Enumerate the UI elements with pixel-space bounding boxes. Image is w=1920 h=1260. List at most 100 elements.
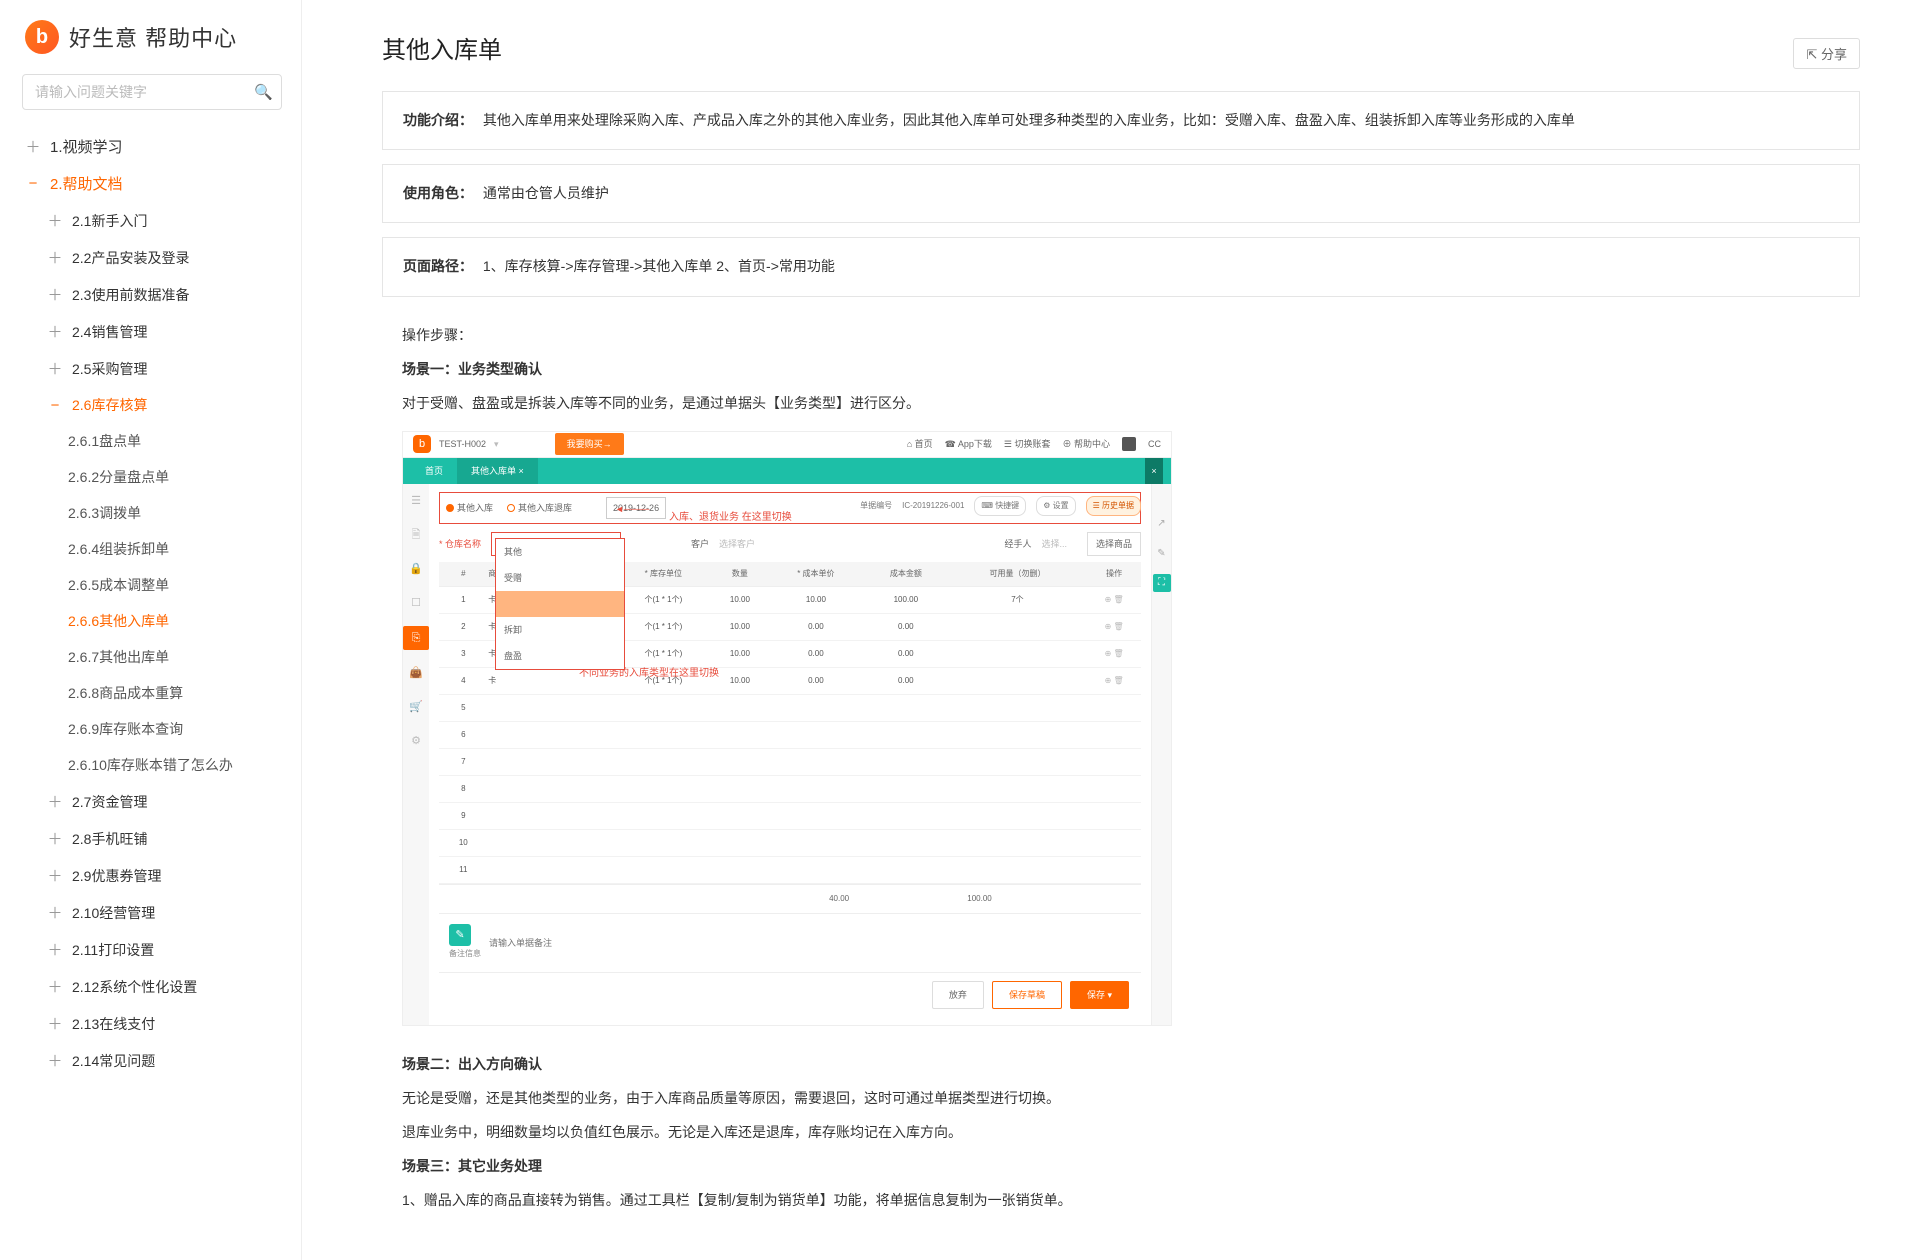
table-row[interactable]: 9: [439, 802, 1141, 829]
scene2-p2: 退库业务中，明细数量均以负值红色展示。无论是入库还是退库，库存账均记在入库方向。: [402, 1118, 1860, 1146]
sidebar-item[interactable]: ＋2.2产品安装及登录: [42, 239, 301, 276]
dropdown-option[interactable]: 受赠: [496, 565, 624, 591]
sidebar-item-label: 2.10经营管理: [72, 903, 155, 923]
copy-icon[interactable]: ⎘: [403, 626, 429, 650]
table-row[interactable]: 10: [439, 829, 1141, 856]
sidebar-item[interactable]: ＋2.12系统个性化设置: [42, 968, 301, 1005]
search-box[interactable]: 🔍: [22, 74, 282, 110]
ss-tab-close-icon[interactable]: ×: [1145, 458, 1163, 484]
sidebar-item[interactable]: ＋2.4销售管理: [42, 313, 301, 350]
share-button[interactable]: ⇱ 分享: [1793, 38, 1860, 69]
table-row[interactable]: 4卡个(1 * 1个)10.000.000.00⊕ 🗑: [439, 667, 1141, 694]
ss-footer: 放弃 保存草稿 保存 ▾: [439, 972, 1141, 1017]
box-icon[interactable]: ☐: [411, 592, 421, 614]
gear-icon[interactable]: ⚙: [411, 730, 421, 752]
save-button[interactable]: 保存 ▾: [1070, 981, 1129, 1009]
search-input[interactable]: [35, 84, 254, 100]
sidebar-leaf[interactable]: 2.6.10库存账本错了怎么办: [64, 747, 301, 783]
sidebar-item[interactable]: ＋2.13在线支付: [42, 1005, 301, 1042]
sidebar-item[interactable]: ＋2.14常见问题: [42, 1042, 301, 1079]
plus-icon: ＋: [46, 791, 64, 812]
select-goods-btn[interactable]: 选择商品: [1087, 532, 1141, 556]
biz-dropdown[interactable]: 其他受赠 拆卸盘盈: [495, 538, 625, 670]
sidebar-item[interactable]: ＋2.8手机旺铺: [42, 820, 301, 857]
radio-in-icon[interactable]: [446, 504, 454, 512]
table-row[interactable]: 6: [439, 721, 1141, 748]
radio-out-icon[interactable]: [507, 504, 515, 512]
tool-link-icon[interactable]: ↗: [1157, 514, 1165, 534]
sidebar-leaf[interactable]: 2.6.8商品成本重算: [64, 675, 301, 711]
plus-icon: ＋: [46, 284, 64, 305]
tool-expand-icon[interactable]: ⛶: [1153, 574, 1171, 592]
jb-label: 经手人: [1004, 535, 1031, 553]
dropdown-option[interactable]: [496, 591, 624, 617]
sidebar-leaf[interactable]: 2.6.9库存账本查询: [64, 711, 301, 747]
table-row[interactable]: 8: [439, 775, 1141, 802]
sidebar-item[interactable]: ＋2.7资金管理: [42, 783, 301, 820]
arrow1-icon: ◄────: [615, 500, 649, 518]
lock-icon[interactable]: 🔒: [409, 558, 423, 580]
scene1-head: 场景一：业务类型确认: [402, 361, 542, 377]
ss-app-icon[interactable]: ☎ App下载: [945, 435, 992, 453]
scene1-desc: 对于受赠、盘盈或是拆装入库等不同的业务，是通过单据头【业务类型】进行区分。: [402, 389, 1860, 417]
table-row[interactable]: 11: [439, 856, 1141, 883]
sidebar-item[interactable]: ＋2.9优惠券管理: [42, 857, 301, 894]
sidebar-leaf[interactable]: 2.6.1盘点单: [64, 423, 301, 459]
jb-ph[interactable]: 选择...: [1041, 535, 1067, 553]
sidebar-leaf[interactable]: 2.6.2分量盘点单: [64, 459, 301, 495]
search-icon[interactable]: 🔍: [254, 83, 273, 101]
sidebar-leaf[interactable]: 2.6.4组装拆卸单: [64, 531, 301, 567]
sidebar-item[interactable]: ＋2.11打印设置: [42, 931, 301, 968]
sidebar-leaf[interactable]: 2.6.3调拨单: [64, 495, 301, 531]
dropdown-option[interactable]: 拆卸: [496, 617, 624, 643]
plus-icon: ＋: [46, 358, 64, 379]
ss-tabs: 首页 其他入库单 × ×: [403, 458, 1171, 484]
plus-icon: ＋: [46, 976, 64, 997]
sidebar-item-label: 2.2产品安装及登录: [72, 248, 189, 268]
dropdown-option[interactable]: 其他: [496, 539, 624, 565]
ss-tab-current[interactable]: 其他入库单 ×: [457, 458, 538, 484]
sidebar-leaf[interactable]: 2.6.6其他入库单: [64, 603, 301, 639]
cust-label: 客户: [691, 535, 709, 553]
nav-video[interactable]: ＋ 1.视频学习: [20, 128, 301, 165]
sidebar-leaf[interactable]: 2.6.5成本调整单: [64, 567, 301, 603]
cust-ph[interactable]: 选择客户: [719, 535, 755, 553]
sidebar-item[interactable]: ＋2.5采购管理: [42, 350, 301, 387]
sidebar-item[interactable]: ＋2.3使用前数据准备: [42, 276, 301, 313]
dropdown-option[interactable]: 盘盈: [496, 643, 624, 669]
tool-edit-icon[interactable]: ✎: [1157, 544, 1165, 564]
sidebar-leaf[interactable]: 2.6.7其他出库单: [64, 639, 301, 675]
scene2-head: 场景二：出入方向确认: [402, 1056, 542, 1072]
col-header: 成本金额: [864, 562, 948, 587]
ss-home-icon[interactable]: ⌂ 首页: [907, 435, 933, 453]
table-row[interactable]: 7: [439, 748, 1141, 775]
ss-tab-home[interactable]: 首页: [411, 458, 457, 484]
chevron-down-icon: ▾: [494, 435, 499, 453]
doc-icon[interactable]: 🗎: [412, 524, 421, 546]
sidebar-item[interactable]: ＋2.10经营管理: [42, 894, 301, 931]
menu-icon[interactable]: ☰: [411, 490, 421, 512]
cart-icon[interactable]: 🛒: [409, 696, 423, 718]
ss-trial-btn[interactable]: 我要购买→: [555, 433, 624, 455]
remark-input[interactable]: [489, 938, 689, 948]
nav-docs[interactable]: − 2.帮助文档: [20, 165, 301, 202]
plus-icon: ＋: [46, 210, 64, 231]
table-row[interactable]: 5: [439, 694, 1141, 721]
ss-settings[interactable]: ⚙ 设置: [1036, 496, 1075, 516]
draft-button[interactable]: 保存草稿: [992, 981, 1062, 1009]
ss-switch-icon[interactable]: ☰ 切换账套: [1004, 435, 1051, 453]
ss-history[interactable]: ☰ 历史单据: [1086, 496, 1141, 516]
ss-help-icon[interactable]: ⊕ 帮助中心: [1062, 435, 1110, 453]
ss-remark-row: ✎ 备注信息: [439, 913, 1141, 972]
discard-button[interactable]: 放弃: [932, 981, 984, 1009]
role-label: 使用角色：: [403, 185, 473, 201]
ss-avatar[interactable]: [1122, 437, 1136, 451]
intro-text: 其他入库单用来处理除采购入库、产成品入库之外的其他入库业务，因此其他入库单可处理…: [483, 112, 1575, 128]
sidebar-item[interactable]: ＋2.1新手入门: [42, 202, 301, 239]
bag-icon[interactable]: 👜: [409, 662, 423, 684]
radio-out-label: 其他入库退库: [518, 499, 572, 517]
ss-hotkey[interactable]: ⌨ 快捷键: [974, 496, 1026, 516]
col-header: #: [448, 562, 478, 587]
plus-icon: ＋: [24, 136, 42, 157]
nav-kc[interactable]: − 2.6库存核算: [42, 387, 301, 423]
